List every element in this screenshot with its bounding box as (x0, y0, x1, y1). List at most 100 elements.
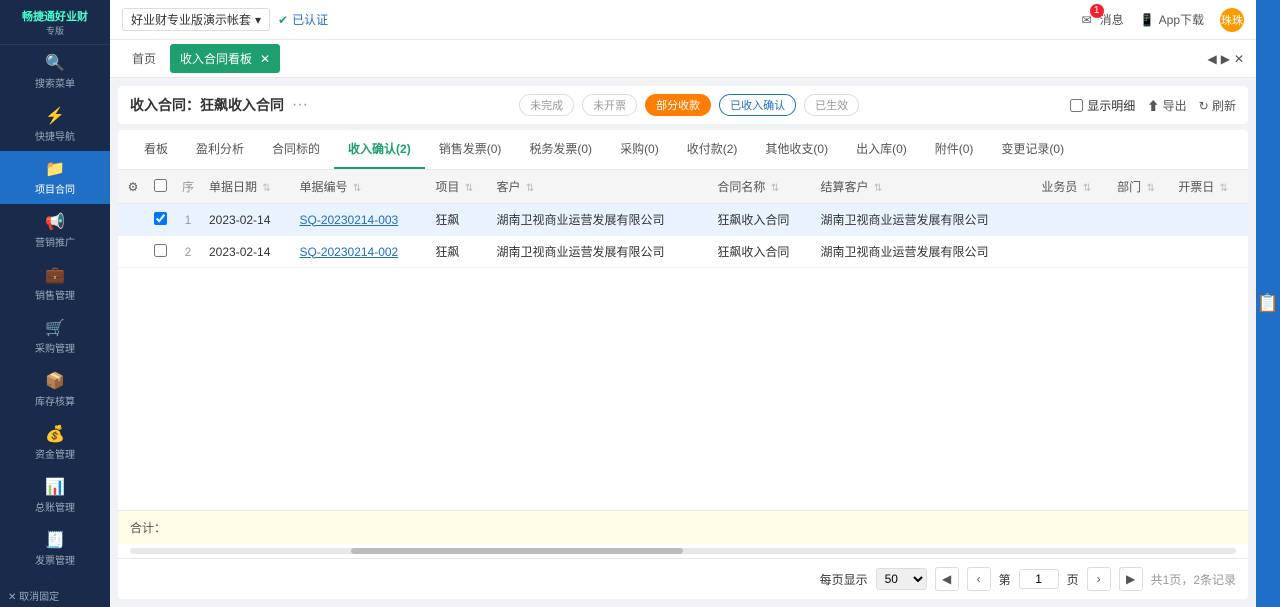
th-salesman[interactable]: 业务员 ⇅ (1035, 170, 1111, 204)
page-info: 共1页，2条记录 (1151, 571, 1236, 588)
tab-payment[interactable]: 收付款(2) (673, 130, 752, 169)
table-wrap: ⚙ 序 单据日期 ⇅ 单据编号 ⇅ 项目 ⇅ 客户 ⇅ 合同名称 ⇅ 结算客户 … (118, 170, 1248, 510)
tab-purchase[interactable]: 采购(0) (606, 130, 673, 169)
tab-board[interactable]: 看板 (130, 130, 182, 169)
prev-page-btn[interactable]: ‹ (967, 567, 991, 591)
inner-tabs-container: 看板 盈利分析 合同标的 收入确认(2) 销售发票(0) 税务发票(0) 采购(… (118, 130, 1248, 599)
user-action[interactable]: 珠珠 (1220, 8, 1244, 32)
tab-next-icon[interactable]: ▶ (1221, 52, 1230, 66)
row-num-0: 1 (173, 204, 203, 236)
row-billno-1[interactable]: SQ-20230214-002 (293, 236, 429, 268)
message-action[interactable]: ✉ 1 消息 (1082, 11, 1124, 28)
sort-dept-icon: ⇅ (1147, 183, 1155, 194)
sidebar-item-资金管理[interactable]: 💰资金管理 (0, 416, 110, 469)
table-row[interactable]: 2 2023-02-14 SQ-20230214-002 狂飙 湖南卫视商业运营… (118, 236, 1248, 268)
th-bill-date[interactable]: 开票日 ⇅ (1172, 170, 1248, 204)
select-all-checkbox[interactable] (154, 179, 167, 192)
tab-home[interactable]: 首页 (122, 44, 166, 73)
sort-billdate-icon: ⇅ (1220, 183, 1228, 194)
tab-attachment[interactable]: 附件(0) (921, 130, 988, 169)
th-contract[interactable]: 合同名称 ⇅ (711, 170, 814, 204)
per-page-label: 每页显示 (820, 571, 868, 588)
right-sidebar[interactable]: 📋 (1256, 0, 1280, 607)
page-header: 收入合同：狂飙收入合同 ··· 未完成 未开票 部分收款 已收入确认 已生效 显… (118, 86, 1248, 124)
sidebar-item-税务管理[interactable]: 🏦税务管理 (0, 575, 110, 584)
th-settle[interactable]: 结算客户 ⇅ (814, 170, 1035, 204)
first-page-btn[interactable]: ◀ (935, 567, 959, 591)
tab-revenue-confirm[interactable]: 收入确认(2) (334, 130, 425, 169)
next-page-btn[interactable]: › (1087, 567, 1111, 591)
tab-change[interactable]: 变更记录(0) (987, 130, 1078, 169)
status-incomplete[interactable]: 未完成 (519, 94, 574, 116)
app-download-action[interactable]: 📱 App下载 (1140, 11, 1204, 28)
sidebar-item-销售管理[interactable]: 💼销售管理 (0, 257, 110, 310)
total-bar: 合计： (118, 510, 1248, 544)
right-sidebar-icon: 📋 (1257, 293, 1279, 314)
table-container: ⚙ 序 单据日期 ⇅ 单据编号 ⇅ 项目 ⇅ 客户 ⇅ 合同名称 ⇅ 结算客户 … (118, 170, 1248, 599)
row-customer-1: 湖南卫视商业运营发展有限公司 (490, 236, 711, 268)
sort-date-icon: ⇅ (262, 183, 270, 194)
row-project-1: 狂飙 (429, 236, 490, 268)
page-suffix: 页 (1067, 571, 1079, 588)
tab-sales-invoice[interactable]: 销售发票(0) (425, 130, 516, 169)
sidebar-item-快捷导航[interactable]: ⚡快捷导航 (0, 98, 110, 151)
row-date-0: 2023-02-14 (203, 204, 293, 236)
more-icon[interactable]: ··· (292, 96, 308, 114)
horizontal-scrollbar[interactable] (130, 548, 1236, 554)
th-project[interactable]: 项目 ⇅ (429, 170, 490, 204)
th-customer[interactable]: 客户 ⇅ (490, 170, 711, 204)
row-settle-1: 湖南卫视商业运营发展有限公司 (814, 236, 1035, 268)
sidebar-item-营销推广[interactable]: 📢营销推广 (0, 204, 110, 257)
th-checkbox[interactable] (148, 170, 173, 204)
company-name: 好业财专业版演示帐套 (131, 11, 251, 28)
sidebar-item-库存核算[interactable]: 📦库存核算 (0, 363, 110, 416)
row-checkbox-1[interactable] (148, 236, 173, 268)
pagination: 每页显示 50 100 200 ◀ ‹ 第 页 › ▶ 共1页，2条记录 (118, 558, 1248, 599)
status-confirmed[interactable]: 已收入确认 (719, 94, 796, 116)
show-detail-checkbox[interactable] (1070, 99, 1083, 112)
sidebar-bottom[interactable]: ✕ 取消固定 (0, 584, 110, 607)
export-action[interactable]: ⬆ 导出 (1147, 97, 1186, 114)
per-page-select[interactable]: 50 100 200 (876, 568, 927, 590)
company-select[interactable]: 好业财专业版演示帐套 ▾ (122, 8, 270, 31)
sort-customer-icon: ⇅ (526, 183, 534, 194)
status-effective[interactable]: 已生效 (804, 94, 859, 116)
avatar: 珠珠 (1220, 8, 1244, 32)
sidebar-scroll: 🔍搜索菜单⚡快捷导航📁项目合同📢营销推广💼销售管理🛒采购管理📦库存核算💰资金管理… (0, 45, 110, 584)
tab-tax-invoice[interactable]: 税务发票(0) (515, 130, 606, 169)
sidebar-item-采购管理[interactable]: 🛒采购管理 (0, 310, 110, 363)
refresh-action[interactable]: ↻ 刷新 (1199, 97, 1236, 114)
sidebar-item-发票管理[interactable]: 🧾发票管理 (0, 522, 110, 575)
page-title: 收入合同：狂飙收入合同 (130, 95, 284, 115)
tab-subject[interactable]: 合同标的 (258, 130, 334, 169)
sidebar-item-搜索菜单[interactable]: 🔍搜索菜单 (0, 45, 110, 98)
show-detail-label[interactable]: 显示明细 (1070, 97, 1135, 114)
sidebar-item-总账管理[interactable]: 📊总账管理 (0, 469, 110, 522)
tab-contract-board[interactable]: 收入合同看板 ✕ (170, 44, 280, 73)
tab-strip: 首页 收入合同看板 ✕ ◀ ▶ ✕ (110, 40, 1256, 78)
tab-close-all-icon[interactable]: ✕ (1234, 52, 1244, 66)
tab-warehouse[interactable]: 出入库(0) (842, 130, 921, 169)
page-input[interactable] (1019, 569, 1059, 589)
tab-prev-icon[interactable]: ◀ (1207, 52, 1216, 66)
row-checkbox-0[interactable] (148, 204, 173, 236)
table-row[interactable]: 1 2023-02-14 SQ-20230214-003 狂飙 湖南卫视商业运营… (118, 204, 1248, 236)
row-date-1: 2023-02-14 (203, 236, 293, 268)
status-partial[interactable]: 部分收款 (645, 94, 711, 116)
th-bill-no[interactable]: 单据编号 ⇅ (293, 170, 429, 204)
tab-close-icon[interactable]: ✕ (260, 52, 270, 66)
sidebar-logo: 畅捷通好业财 专版 (0, 0, 110, 45)
page-title-area: 收入合同：狂飙收入合同 ··· (130, 95, 308, 115)
row-gear-0 (118, 204, 148, 236)
last-page-btn[interactable]: ▶ (1119, 567, 1143, 591)
th-gear[interactable]: ⚙ (118, 170, 148, 204)
row-billno-0[interactable]: SQ-20230214-003 (293, 204, 429, 236)
sidebar-item-项目合同[interactable]: 📁项目合同 (0, 151, 110, 204)
tab-profit[interactable]: 盈利分析 (182, 130, 258, 169)
th-dept[interactable]: 部门 ⇅ (1111, 170, 1172, 204)
tab-other[interactable]: 其他收支(0) (751, 130, 842, 169)
status-uninvoiced[interactable]: 未开票 (582, 94, 637, 116)
row-billdate-0 (1172, 204, 1248, 236)
scrollbar-thumb[interactable] (351, 548, 683, 554)
th-date[interactable]: 单据日期 ⇅ (203, 170, 293, 204)
